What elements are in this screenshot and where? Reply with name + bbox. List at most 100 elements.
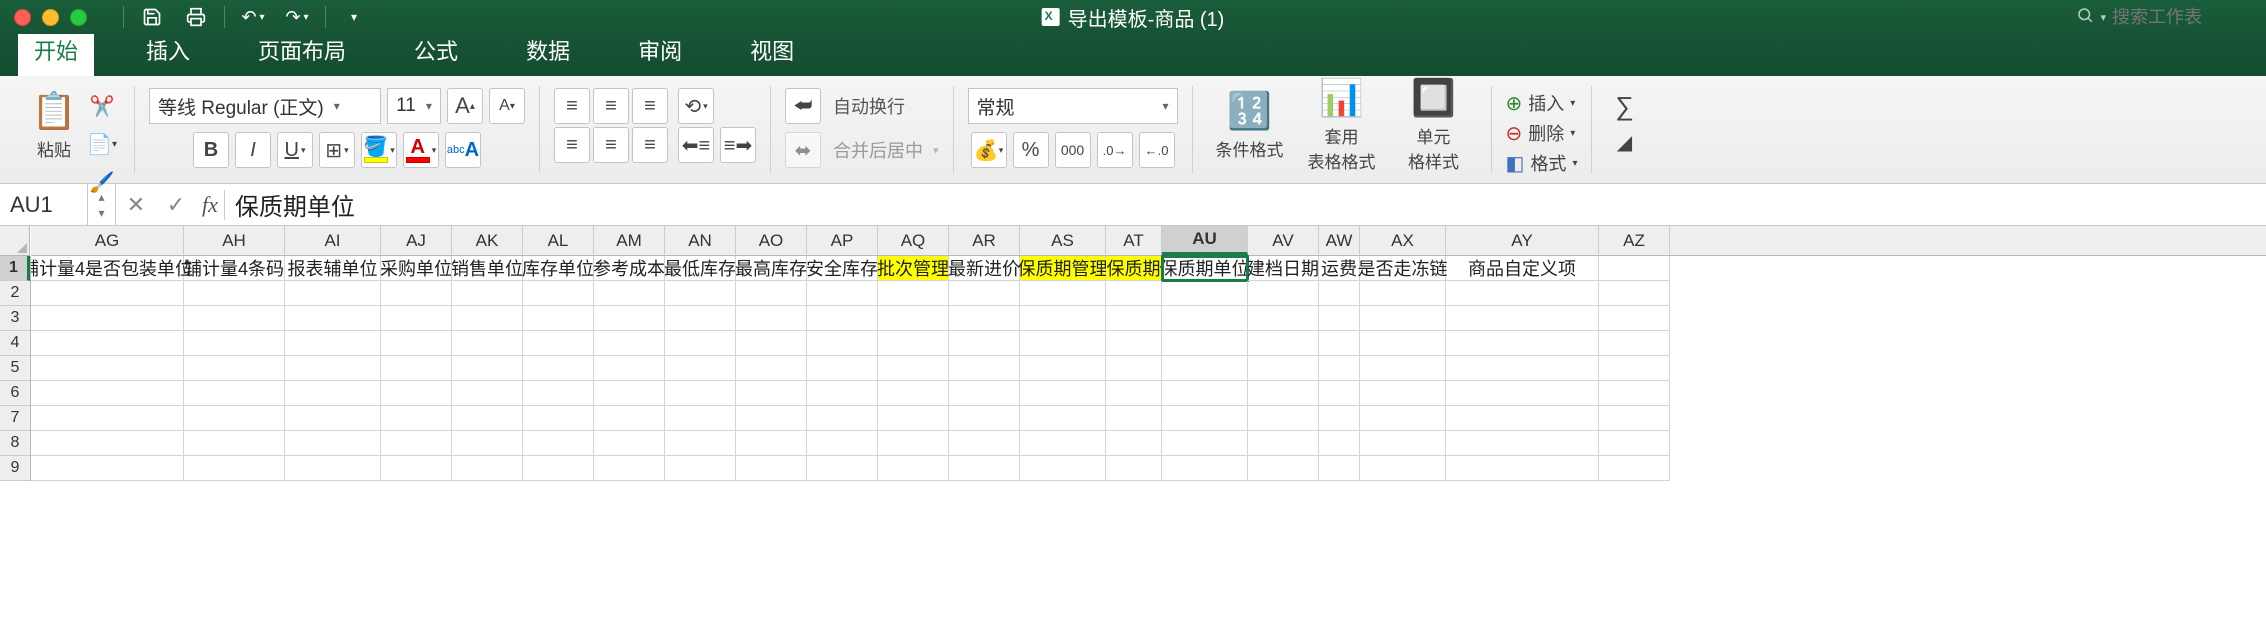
cell[interactable]: [1106, 306, 1162, 331]
cell[interactable]: [949, 356, 1020, 381]
cell[interactable]: 辅计量4是否包装单位: [31, 256, 184, 281]
cell[interactable]: [1599, 381, 1670, 406]
row-header-4[interactable]: 4: [0, 331, 30, 356]
col-header-AT[interactable]: AT: [1106, 226, 1162, 255]
cell[interactable]: [1319, 306, 1360, 331]
merge-button[interactable]: ⬌: [785, 132, 821, 168]
col-header-AJ[interactable]: AJ: [381, 226, 452, 255]
search-input[interactable]: [2112, 7, 2252, 28]
cell[interactable]: [1599, 356, 1670, 381]
percent-button[interactable]: %: [1013, 132, 1049, 168]
number-format-combo[interactable]: 常规▾: [968, 88, 1178, 124]
cell[interactable]: [1319, 456, 1360, 481]
cell[interactable]: [381, 456, 452, 481]
col-header-AV[interactable]: AV: [1248, 226, 1319, 255]
cell[interactable]: [1106, 281, 1162, 306]
cell[interactable]: [949, 331, 1020, 356]
cell[interactable]: [31, 406, 184, 431]
cell[interactable]: [1319, 381, 1360, 406]
align-center-button[interactable]: ≡: [593, 127, 629, 163]
cell[interactable]: [1599, 456, 1670, 481]
cell[interactable]: [184, 356, 285, 381]
copy-button[interactable]: 📄▾: [84, 126, 120, 162]
formula-input[interactable]: [225, 191, 2266, 219]
cell[interactable]: [878, 381, 949, 406]
cell[interactable]: [665, 281, 736, 306]
font-color-button[interactable]: A▾: [403, 132, 439, 168]
decrease-decimal-button[interactable]: ←.0: [1139, 132, 1175, 168]
increase-indent-button[interactable]: ≡➡: [720, 127, 756, 163]
enter-formula-button[interactable]: ✓: [156, 184, 196, 226]
cell[interactable]: [285, 281, 381, 306]
cell[interactable]: [1020, 456, 1106, 481]
col-header-AP[interactable]: AP: [807, 226, 878, 255]
cell[interactable]: [736, 331, 807, 356]
cell[interactable]: [1360, 406, 1446, 431]
align-top-button[interactable]: ≡: [554, 88, 590, 124]
cell[interactable]: [1360, 356, 1446, 381]
cell[interactable]: [1599, 306, 1670, 331]
cell[interactable]: [1319, 356, 1360, 381]
cell[interactable]: [1446, 456, 1599, 481]
cell[interactable]: [285, 356, 381, 381]
col-header-AM[interactable]: AM: [594, 226, 665, 255]
cell[interactable]: [31, 456, 184, 481]
cell[interactable]: 采购单位: [381, 256, 452, 281]
cell[interactable]: [736, 281, 807, 306]
cell[interactable]: [594, 306, 665, 331]
cell[interactable]: [949, 381, 1020, 406]
row-header-1[interactable]: 1: [0, 256, 30, 281]
cell[interactable]: [1360, 456, 1446, 481]
col-header-AW[interactable]: AW: [1319, 226, 1360, 255]
cell[interactable]: [1446, 331, 1599, 356]
cell[interactable]: [1162, 281, 1248, 306]
cell[interactable]: 批次管理: [878, 256, 949, 281]
cell[interactable]: [523, 331, 594, 356]
cell[interactable]: [736, 431, 807, 456]
cell[interactable]: [949, 281, 1020, 306]
cancel-formula-button[interactable]: ✕: [116, 184, 156, 226]
print-button[interactable]: [176, 3, 216, 31]
cell[interactable]: [184, 431, 285, 456]
cell[interactable]: [452, 281, 523, 306]
cell[interactable]: [594, 281, 665, 306]
cell[interactable]: [1360, 281, 1446, 306]
col-header-AQ[interactable]: AQ: [878, 226, 949, 255]
cell[interactable]: [381, 356, 452, 381]
row-header-3[interactable]: 3: [0, 306, 30, 331]
cell[interactable]: 保质期单位: [1162, 256, 1248, 281]
cell[interactable]: [1020, 281, 1106, 306]
cell[interactable]: [31, 356, 184, 381]
cell[interactable]: [452, 406, 523, 431]
cell[interactable]: [184, 331, 285, 356]
cell[interactable]: 运费: [1319, 256, 1360, 281]
cell[interactable]: [807, 331, 878, 356]
select-all-corner[interactable]: [0, 226, 30, 256]
cell[interactable]: [523, 356, 594, 381]
cell[interactable]: [807, 406, 878, 431]
align-left-button[interactable]: ≡: [554, 127, 590, 163]
cell[interactable]: [1162, 306, 1248, 331]
cell[interactable]: [1020, 381, 1106, 406]
cell[interactable]: [949, 456, 1020, 481]
maximize-window-button[interactable]: [70, 9, 87, 26]
cell[interactable]: [1020, 331, 1106, 356]
cell[interactable]: 报表辅单位: [285, 256, 381, 281]
undo-button[interactable]: ↶ ▾: [233, 3, 273, 31]
cell[interactable]: [523, 281, 594, 306]
cell[interactable]: [523, 456, 594, 481]
cell-styles-button[interactable]: 🔲 单元 格样式: [1391, 82, 1477, 168]
fill-color-button[interactable]: 🪣▾: [361, 132, 397, 168]
borders-button[interactable]: ⊞▾: [319, 132, 355, 168]
cell[interactable]: [523, 406, 594, 431]
cell[interactable]: [523, 431, 594, 456]
format-painter-button[interactable]: 🖌️: [84, 164, 120, 200]
cell[interactable]: [878, 431, 949, 456]
delete-cells-button[interactable]: ⊖ 删除 ▾: [1506, 118, 1576, 148]
cell[interactable]: [665, 331, 736, 356]
align-middle-button[interactable]: ≡: [593, 88, 629, 124]
cell[interactable]: [184, 381, 285, 406]
cell[interactable]: [1020, 431, 1106, 456]
cell[interactable]: 参考成本: [594, 256, 665, 281]
font-size-combo[interactable]: 11▾: [387, 88, 441, 124]
